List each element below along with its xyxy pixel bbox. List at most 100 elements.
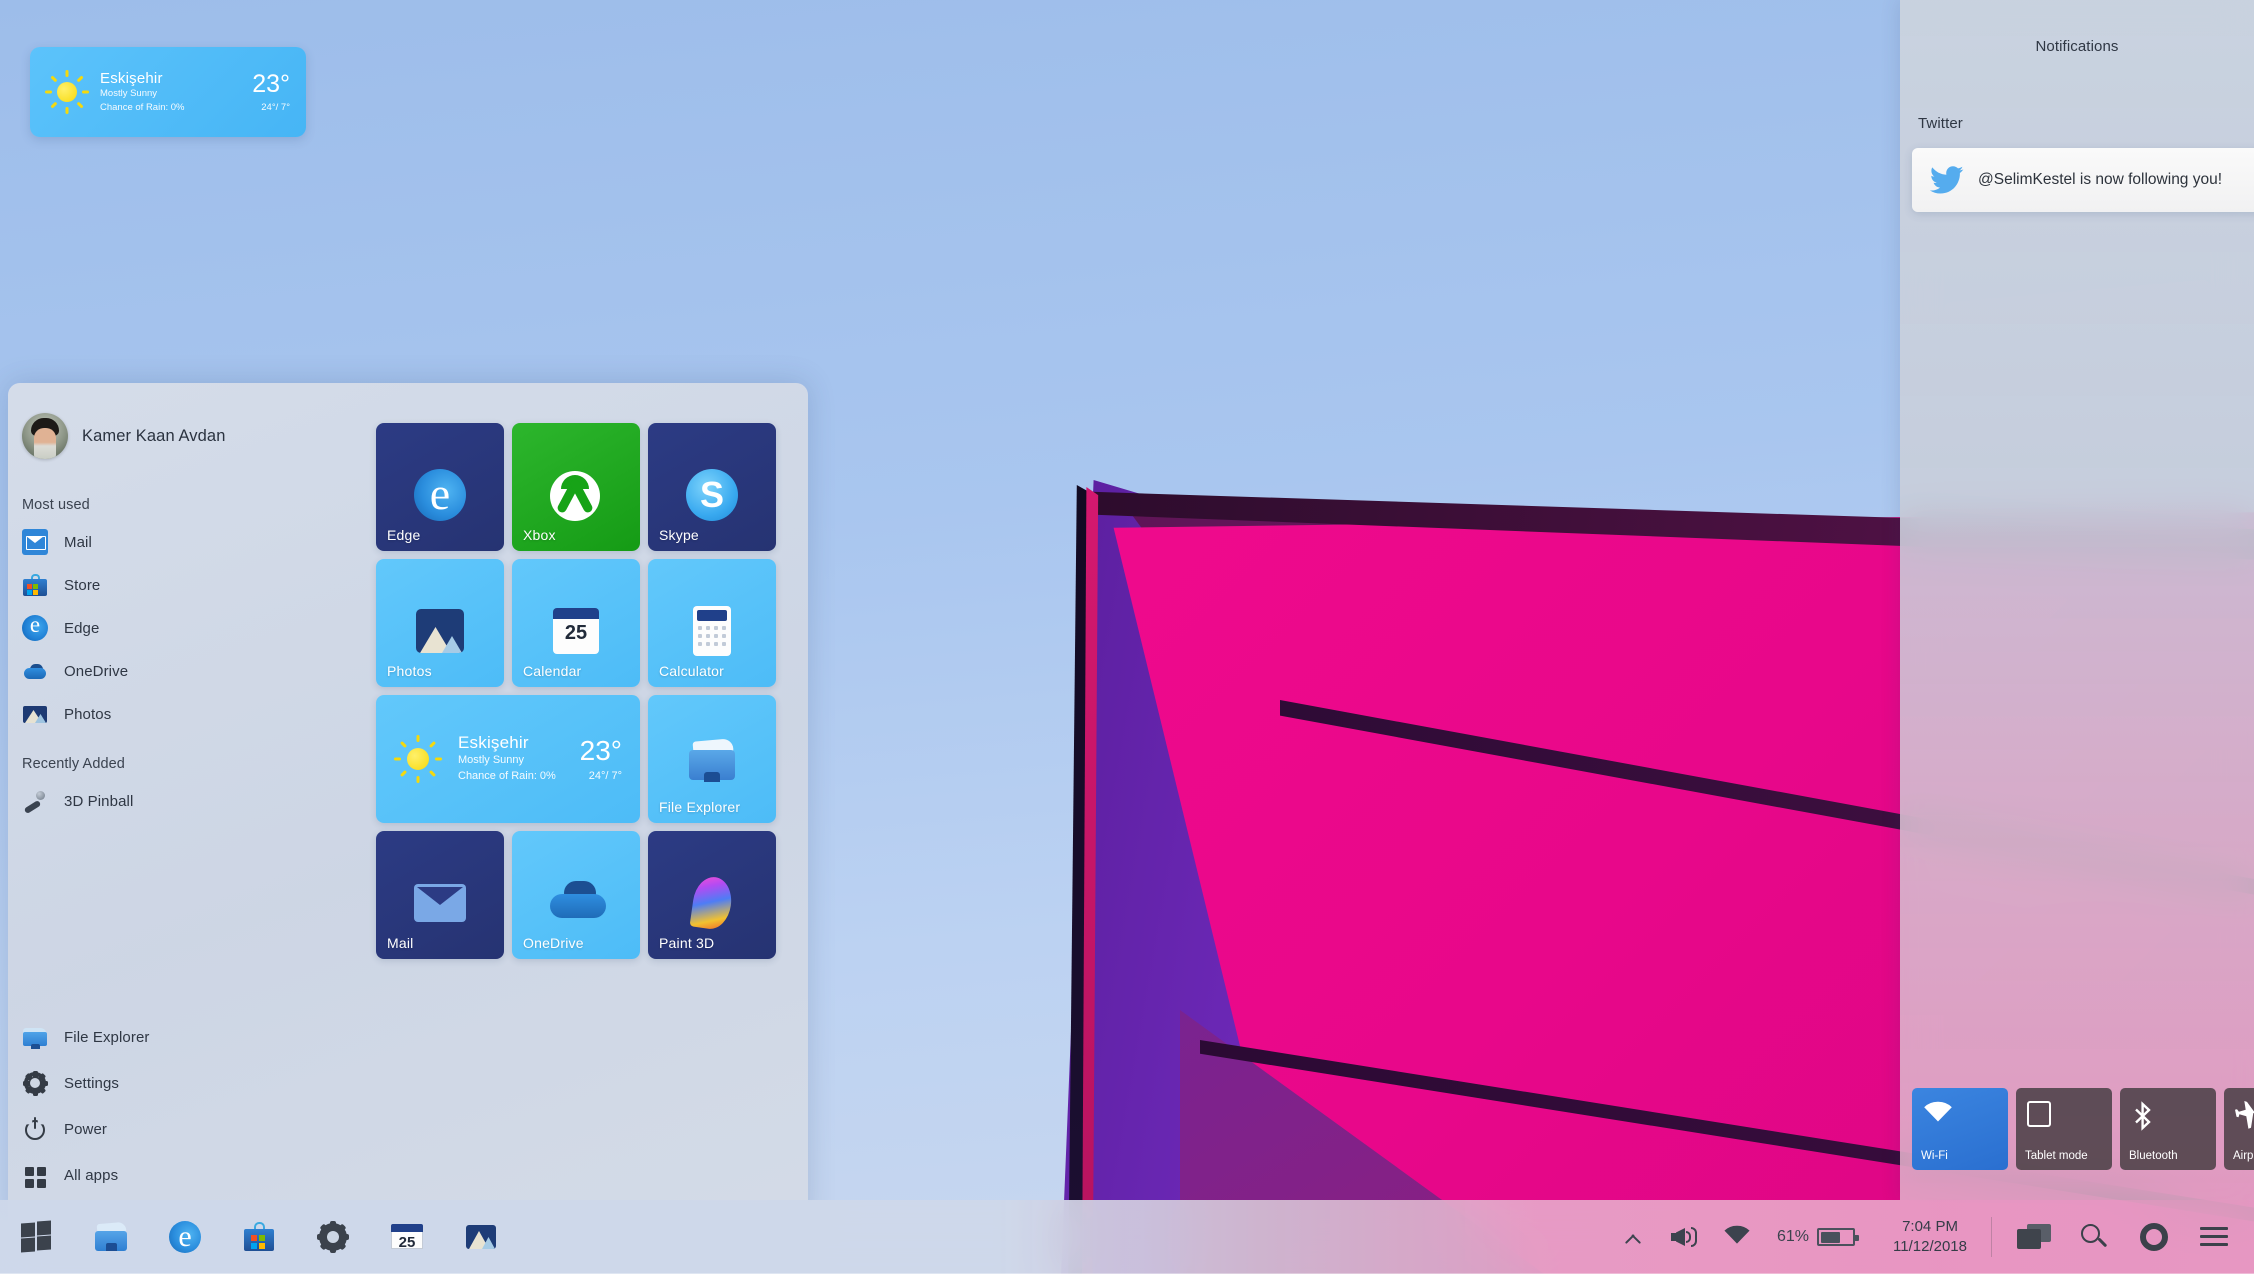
weather-temperature-block: 23° 24°/ 7° xyxy=(252,69,290,113)
app-list-item-store[interactable]: Store xyxy=(8,570,358,600)
tile-label: Xbox xyxy=(523,527,556,543)
folder-icon xyxy=(686,735,738,787)
weather-text-block: Eskişehir Mostly Sunny Chance of Rain: 0… xyxy=(100,70,252,115)
weather-text-block: Eskişehir Mostly Sunny Chance of Rain: 0… xyxy=(458,733,580,784)
tray-volume-button[interactable] xyxy=(1659,1200,1711,1274)
tile-row-1: Edge Xbox Skype xyxy=(376,423,808,551)
app-list-item-photos[interactable]: Photos xyxy=(8,699,358,729)
calendar-icon: 25 xyxy=(390,1220,424,1254)
action-center-button[interactable] xyxy=(2184,1200,2244,1274)
wifi-icon xyxy=(1923,1101,1953,1127)
tile-photos[interactable]: Photos xyxy=(376,559,504,687)
weather-rain-chance: Chance of Rain: 0% xyxy=(458,769,556,782)
quick-action-label: Tablet mode xyxy=(2025,1150,2088,1162)
photos-icon xyxy=(464,1220,498,1254)
sun-ray xyxy=(394,757,401,761)
sun-ray xyxy=(428,740,437,749)
tile-onedrive[interactable]: OneDrive xyxy=(512,831,640,959)
tile-edge[interactable]: Edge xyxy=(376,423,504,551)
app-list-item-onedrive[interactable]: OneDrive xyxy=(8,656,358,686)
photos-icon xyxy=(414,605,466,657)
tile-label: Calendar xyxy=(523,663,582,679)
app-label: Store xyxy=(64,576,101,594)
taskbar-photos[interactable] xyxy=(444,1200,518,1274)
volume-icon xyxy=(1671,1225,1699,1249)
sun-ray xyxy=(45,90,52,94)
taskbar-settings[interactable] xyxy=(296,1200,370,1274)
sun-icon xyxy=(45,70,89,114)
clock[interactable]: 7:04 PM 11/12/2018 xyxy=(1875,1217,1985,1258)
tile-paint-3d[interactable]: Paint 3D xyxy=(648,831,776,959)
tile-file-explorer[interactable]: File Explorer xyxy=(648,695,776,823)
quick-action-tablet-mode[interactable]: Tablet mode xyxy=(2016,1088,2112,1170)
quick-action-bluetooth[interactable]: Bluetooth xyxy=(2120,1088,2216,1170)
search-button[interactable] xyxy=(2064,1200,2124,1274)
most-used-header: Most used xyxy=(22,497,90,513)
tile-xbox[interactable]: Xbox xyxy=(512,423,640,551)
app-list-item-3d-pinball[interactable]: 3D Pinball xyxy=(8,786,358,816)
task-view-button[interactable] xyxy=(2004,1200,2064,1274)
airplane-icon xyxy=(2235,1101,2254,1129)
tray-chevron-button[interactable] xyxy=(1607,1200,1659,1274)
desktop-weather-widget[interactable]: Eskişehir Mostly Sunny Chance of Rain: 0… xyxy=(30,47,306,137)
gear-icon xyxy=(316,1220,350,1254)
user-name: Kamer Kaan Avdan xyxy=(82,426,226,445)
quick-action-label: Bluetooth xyxy=(2129,1150,2178,1162)
tray-wifi-button[interactable] xyxy=(1711,1200,1763,1274)
quick-action-airplane-mode[interactable]: Airplane xyxy=(2224,1088,2254,1170)
sun-ray xyxy=(399,769,408,778)
taskbar-edge[interactable]: e xyxy=(148,1200,222,1274)
taskbar-calendar[interactable]: 25 xyxy=(370,1200,444,1274)
tile-calendar[interactable]: 25 Calendar xyxy=(512,559,640,687)
taskbar-file-explorer[interactable] xyxy=(74,1200,148,1274)
sun-ray xyxy=(65,70,69,77)
start-button[interactable] xyxy=(0,1200,74,1274)
tile-weather[interactable]: Eskişehir Mostly Sunny Chance of Rain: 0… xyxy=(376,695,640,823)
tile-row-2: Photos 25 Calendar Calculator xyxy=(376,559,808,687)
task-view-icon xyxy=(2017,1224,2051,1250)
grid-icon xyxy=(22,1162,48,1188)
sidebar-item-all-apps[interactable]: All apps xyxy=(8,1160,358,1190)
sun-ray xyxy=(399,740,408,749)
taskbar-left-items: e 25 xyxy=(0,1200,518,1274)
tile-label: Photos xyxy=(387,663,432,679)
sun-ray xyxy=(428,769,437,778)
notification-item[interactable]: @SelimKestel is now following you! xyxy=(1912,148,2254,212)
app-list-item-edge[interactable]: Edge xyxy=(8,613,358,643)
app-list-item-mail[interactable]: Mail xyxy=(8,527,358,557)
battery-icon xyxy=(1817,1228,1860,1246)
weather-high-low: 24°/ 7° xyxy=(261,101,290,113)
weather-rain-chance: Chance of Rain: 0% xyxy=(100,101,185,113)
quick-action-wifi[interactable]: Wi-Fi xyxy=(1912,1088,2008,1170)
sidebar-item-power[interactable]: Power xyxy=(8,1114,358,1144)
calendar-day: 25 xyxy=(564,622,588,644)
tile-skype[interactable]: Skype xyxy=(648,423,776,551)
sun-ray xyxy=(416,776,420,783)
gear-icon xyxy=(22,1070,48,1096)
sidebar-item-settings[interactable]: Settings xyxy=(8,1068,358,1098)
user-account-row[interactable]: Kamer Kaan Avdan xyxy=(8,407,358,459)
weather-temperature: 23° xyxy=(252,69,290,98)
start-menu-bottom-items: File Explorer Settings Power All apps xyxy=(8,1016,358,1206)
xbox-icon xyxy=(550,471,602,523)
wifi-icon xyxy=(1723,1225,1751,1250)
sun-ray xyxy=(416,735,420,742)
store-icon xyxy=(22,572,48,598)
avatar[interactable] xyxy=(22,413,68,459)
taskbar: e 25 61% 7:04 PM 11/12/2018 xyxy=(0,1200,2254,1274)
tile-mail[interactable]: Mail xyxy=(376,831,504,959)
tile-calculator[interactable]: Calculator xyxy=(648,559,776,687)
quick-action-label: Wi-Fi xyxy=(1921,1150,1948,1162)
taskbar-store[interactable] xyxy=(222,1200,296,1274)
cortana-button[interactable] xyxy=(2124,1200,2184,1274)
sun-ray xyxy=(82,90,89,94)
tile-label: Paint 3D xyxy=(659,935,715,951)
tray-battery[interactable]: 61% xyxy=(1777,1228,1875,1246)
weather-temperature: 23° xyxy=(579,734,622,766)
sidebar-item-file-explorer[interactable]: File Explorer xyxy=(8,1022,358,1052)
app-label: Photos xyxy=(64,705,112,723)
sun-ray xyxy=(76,101,84,109)
edge-icon xyxy=(22,615,48,641)
start-menu-sidebar: Kamer Kaan Avdan Most used Mail Store Ed… xyxy=(8,383,358,1224)
